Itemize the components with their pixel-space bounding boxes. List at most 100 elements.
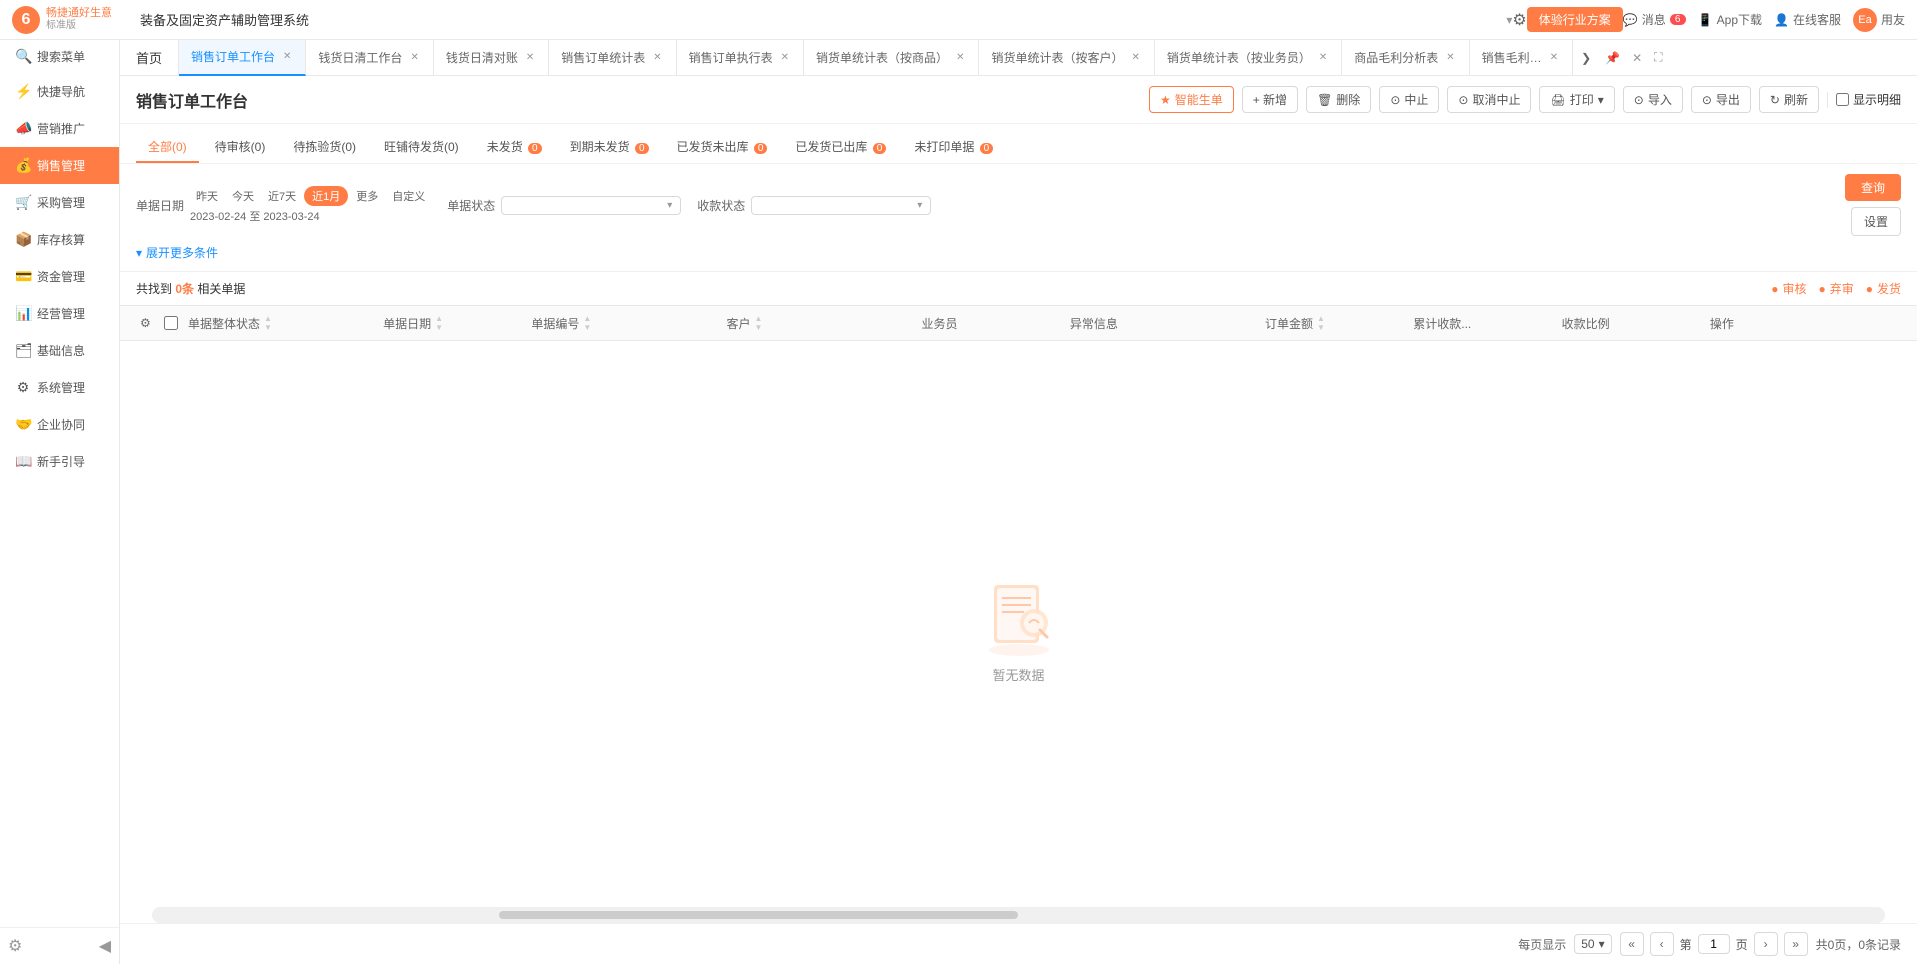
filter-tab-not-shipped[interactable]: 未发货 0 <box>475 132 554 163</box>
tab-close-delivery-stats-product[interactable]: ✕ <box>954 50 966 65</box>
filter-tab-all[interactable]: 全部(0) <box>136 132 199 163</box>
tab-close-cash-daily[interactable]: ✕ <box>408 50 420 65</box>
smart-order-button[interactable]: ★ 智能生单 <box>1149 86 1234 113</box>
last-page-button[interactable]: » <box>1784 932 1808 956</box>
filter-tab-pending-review[interactable]: 待审核(0) <box>203 132 278 163</box>
show-detail-checkbox[interactable] <box>1836 93 1849 106</box>
sidebar-item-system[interactable]: ⚙ 系统管理 <box>0 369 119 406</box>
column-customer[interactable]: 客户 ▲ ▼ <box>722 315 917 332</box>
filter-tab-not-printed[interactable]: 未打印单据 0 <box>902 132 1005 163</box>
page-number-input[interactable] <box>1698 934 1730 954</box>
sidebar-collapse-button[interactable]: ◀ <box>99 936 111 956</box>
filter-tab-shipped-out[interactable]: 已发货已出库 0 <box>783 132 898 163</box>
tab-cash-reconcile[interactable]: 钱货日清对账 ✕ <box>434 40 549 76</box>
tab-close-all-button[interactable]: ✕ <box>1626 40 1648 76</box>
set-button[interactable]: 设置 <box>1851 207 1901 236</box>
sidebar-item-enterprise[interactable]: 🤝 企业协同 <box>0 406 119 443</box>
tab-close-sales-margin[interactable]: ✕ <box>1548 50 1560 65</box>
sidebar-item-operation[interactable]: 📊 经营管理 <box>0 295 119 332</box>
expand-conditions-button[interactable]: ▾ 展开更多条件 <box>136 244 1901 261</box>
sidebar-item-marketing[interactable]: 📣 营销推广 <box>0 110 119 147</box>
filter-tab-shipped-not-out[interactable]: 已发货未出库 0 <box>665 132 780 163</box>
tab-close-sales-exec[interactable]: ✕ <box>779 50 791 65</box>
date-today[interactable]: 今天 <box>226 186 260 206</box>
column-no[interactable]: 单据编号 ▲ ▼ <box>527 315 722 332</box>
column-settings[interactable]: ⚙ <box>136 316 160 330</box>
column-status[interactable]: 单据整体状态 ▲ ▼ <box>184 315 379 332</box>
tab-cash-daily[interactable]: 钱货日清工作台 ✕ <box>306 40 433 76</box>
sort-date[interactable]: ▲ ▼ <box>435 315 443 332</box>
tab-sales-exec[interactable]: 销售订单执行表 ✕ <box>677 40 804 76</box>
date-custom[interactable]: 自定义 <box>386 186 431 206</box>
tab-sales-stats[interactable]: 销售订单统计表 ✕ <box>549 40 676 76</box>
ship-action[interactable]: ● 发货 <box>1866 280 1901 297</box>
tab-delivery-stats-product[interactable]: 销货单统计表（按商品） ✕ <box>804 40 979 76</box>
tab-fullscreen-button[interactable]: ⛶ <box>1648 40 1668 76</box>
tab-margin-analysis[interactable]: 商品毛利分析表 ✕ <box>1342 40 1469 76</box>
select-all-checkbox[interactable] <box>164 316 178 330</box>
refresh-button[interactable]: ↻ 刷新 <box>1759 86 1819 113</box>
sidebar-settings-button[interactable]: ⚙ <box>8 936 22 956</box>
sort-status[interactable]: ▲ ▼ <box>264 315 272 332</box>
tab-sales-order-workbench[interactable]: 销售订单工作台 ✕ <box>179 40 306 76</box>
abandon-review-action[interactable]: ● 弃审 <box>1818 280 1853 297</box>
sidebar-item-purchase[interactable]: 🛒 采购管理 <box>0 184 119 221</box>
tab-home[interactable]: 首页 <box>120 40 179 76</box>
tab-close-sales-order-workbench[interactable]: ✕ <box>281 49 293 64</box>
message-action[interactable]: 💬 消息 6 <box>1623 11 1686 28</box>
sidebar-item-quick[interactable]: ⚡ 快捷导航 <box>0 73 119 110</box>
scroll-thumb[interactable] <box>499 911 1019 919</box>
import-button[interactable]: ⊙ 导入 <box>1623 86 1683 113</box>
tab-sales-margin[interactable]: 销售毛利… ✕ <box>1470 40 1573 76</box>
print-button[interactable]: 🖨 打印 ▾ <box>1539 86 1614 113</box>
sidebar-item-search[interactable]: 🔍 搜索菜单 <box>0 40 119 73</box>
column-salesperson[interactable]: 业务员 <box>918 315 1066 332</box>
tab-delivery-stats-salesperson[interactable]: 销货单统计表（按业务员） ✕ <box>1155 40 1342 76</box>
column-amount[interactable]: 订单金额 ▲ ▼ <box>1261 315 1409 332</box>
column-date[interactable]: 单据日期 ▲ ▼ <box>379 315 527 332</box>
export-button[interactable]: ⊙ 导出 <box>1691 86 1751 113</box>
sort-customer[interactable]: ▲ ▼ <box>754 315 762 332</box>
sort-no[interactable]: ▲ ▼ <box>583 315 591 332</box>
next-page-button[interactable]: › <box>1754 932 1778 956</box>
new-button[interactable]: + 新增 <box>1242 86 1298 113</box>
payment-select[interactable]: ▾ <box>751 196 931 215</box>
sort-amount[interactable]: ▲ ▼ <box>1317 315 1325 332</box>
date-more[interactable]: 更多 <box>350 186 384 206</box>
tab-delivery-stats-customer[interactable]: 销货单统计表（按客户） ✕ <box>979 40 1154 76</box>
sidebar-item-finance[interactable]: 💳 资金管理 <box>0 258 119 295</box>
column-checkbox[interactable] <box>160 316 184 330</box>
column-error[interactable]: 异常信息 <box>1066 315 1261 332</box>
online-service-action[interactable]: 👤 在线客服 <box>1774 11 1841 28</box>
first-page-button[interactable]: « <box>1620 932 1644 956</box>
review-action[interactable]: ● 审核 <box>1771 280 1806 297</box>
user-action[interactable]: Ea 用友 <box>1853 8 1905 32</box>
prev-page-button[interactable]: ‹ <box>1650 932 1674 956</box>
industry-button[interactable]: 体验行业方案 <box>1527 7 1623 32</box>
column-collected[interactable]: 累计收款... <box>1409 315 1557 332</box>
app-download-action[interactable]: 📱 App下载 <box>1698 11 1762 28</box>
status-select[interactable]: ▾ <box>501 196 681 215</box>
tab-close-sales-stats[interactable]: ✕ <box>651 50 663 65</box>
date-7days[interactable]: 近7天 <box>262 186 302 206</box>
filter-tab-overdue-not-shipped[interactable]: 到期未发货 0 <box>558 132 661 163</box>
tab-close-delivery-stats-customer[interactable]: ✕ <box>1129 50 1141 65</box>
stop-button[interactable]: ⊙ 中止 <box>1379 86 1439 113</box>
filter-tab-pending-inspection[interactable]: 待拣验货(0) <box>281 132 368 163</box>
column-ratio[interactable]: 收款比例 <box>1558 315 1706 332</box>
delete-button[interactable]: 🗑 删除 <box>1306 86 1371 113</box>
filter-tab-wangpu-pending[interactable]: 旺铺待发货(0) <box>372 132 471 163</box>
tab-pin-button[interactable]: 📌 <box>1599 40 1626 76</box>
date-yesterday[interactable]: 昨天 <box>190 186 224 206</box>
date-1month[interactable]: 近1月 <box>304 186 348 206</box>
tab-more-button[interactable]: ❯ <box>1573 40 1599 76</box>
sidebar-item-inventory[interactable]: 📦 库存核算 <box>0 221 119 258</box>
tab-close-cash-reconcile[interactable]: ✕ <box>524 50 536 65</box>
tab-close-delivery-stats-salesperson[interactable]: ✕ <box>1317 50 1329 65</box>
horizontal-scrollbar[interactable] <box>152 907 1885 923</box>
cancel-stop-button[interactable]: ⊙ 取消中止 <box>1447 86 1531 113</box>
show-detail-label[interactable]: 显示明细 <box>1836 91 1901 108</box>
settings-button[interactable]: ⚙ <box>1512 10 1526 30</box>
print-dropdown-arrow[interactable]: ▾ <box>1598 93 1604 107</box>
sidebar-item-basic[interactable]: 🗂 基础信息 <box>0 332 119 369</box>
